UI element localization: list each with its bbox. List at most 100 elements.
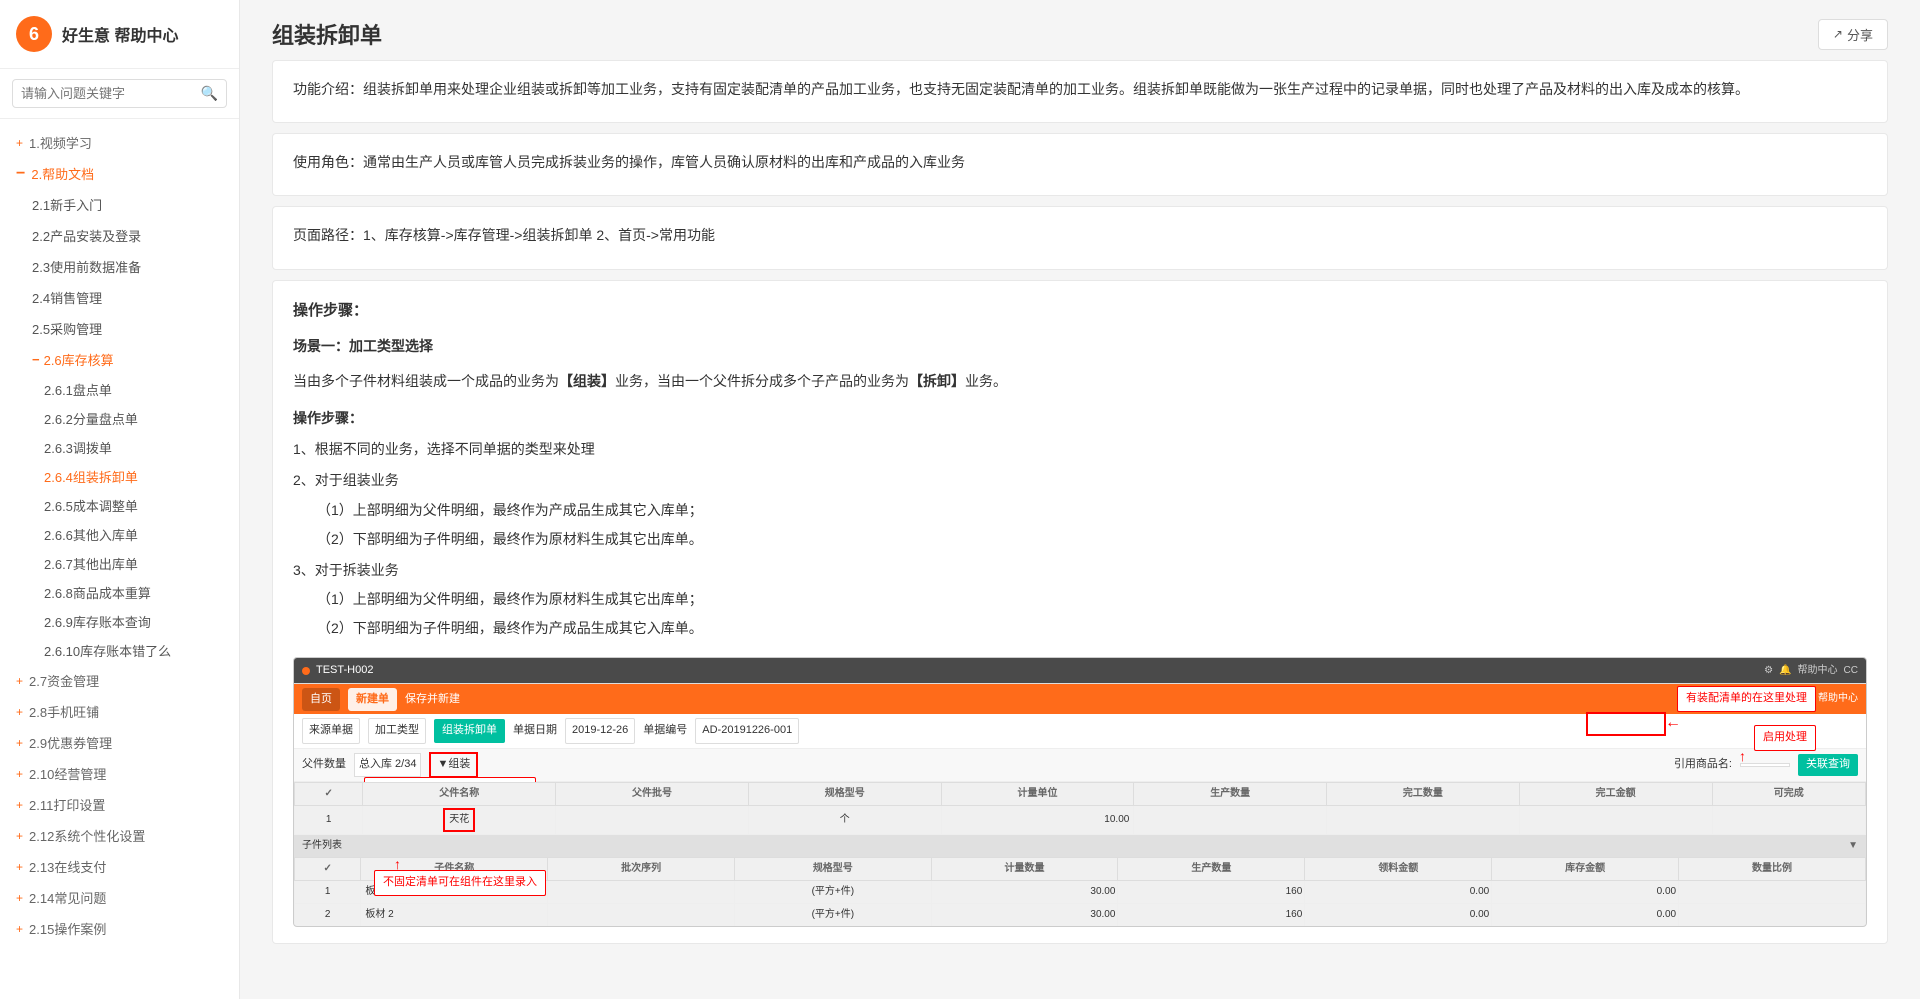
sidebar-item-label: 2.15操作案例 — [29, 919, 106, 938]
sidebar-item-stock-count[interactable]: 2.6.1盘点单 — [0, 375, 239, 404]
sidebar-item-docs[interactable]: − 2.帮助文档 — [0, 158, 239, 189]
mock-num2-label: 父件数量 — [302, 755, 346, 775]
sidebar-item-label: 1.视频学习 — [29, 133, 92, 152]
sidebar-item-mobile[interactable]: + 2.8手机旺铺 — [0, 696, 239, 727]
sidebar-item-newbie[interactable]: 2.1新手入门 — [0, 189, 239, 220]
assembly-step-1: （1）上部明细为父件明细，最终作为产成品生成其它入库单； — [317, 498, 1867, 523]
mock-search-input[interactable] — [1740, 763, 1790, 767]
sidebar-item-label: 2.7资金管理 — [29, 671, 99, 690]
sub-table-row-3: 3 — [295, 927, 1866, 928]
sidebar-item-cost-calc[interactable]: 2.6.8商品成本重算 — [0, 578, 239, 607]
plus-icon: + — [16, 798, 23, 812]
sidebar-item-label: 2.9优惠券管理 — [29, 733, 112, 752]
mock-nav-new: 新建单 — [348, 688, 397, 712]
logo-area: 6 好生意 帮助中心 — [0, 0, 239, 69]
disassembly-step-1: （1）上部明细为父件明细，最终作为原材料生成其它出库单； — [317, 587, 1867, 612]
intro-text: 功能介绍：组装拆卸单用来处理企业组装或拆卸等加工业务，支持有固定装配清单的产品加… — [293, 77, 1867, 102]
mock-search-btn[interactable]: 关联查询 — [1798, 754, 1858, 776]
sidebar-item-label: 2.帮助文档 — [31, 164, 94, 183]
sidebar-item-pay[interactable]: + 2.13在线支付 — [0, 851, 239, 882]
sidebar-item-label: 2.8手机旺铺 — [29, 702, 99, 721]
sidebar-item-sales[interactable]: 2.4销售管理 — [0, 282, 239, 313]
sub-table-row-1: 1 板材 1 (平方+件) 30.00 160 0.00 0.00 — [295, 881, 1866, 904]
mock-app-txt: App下载 帮助视频 帮助中心 — [1735, 690, 1858, 708]
sidebar-item-faq[interactable]: + 2.14常见问题 — [0, 882, 239, 913]
assembly-step-2: （2）下部明细为子件明细，最终作为原材料生成其它出库单。 — [317, 527, 1867, 552]
mock-green-btn[interactable]: 组装拆卸单 — [434, 719, 505, 743]
sidebar-item-adj[interactable]: 2.6.3调拨单 — [0, 433, 239, 462]
plus-icon: + — [16, 891, 23, 905]
plus-icon: + — [16, 674, 23, 688]
mock-save-btn[interactable]: 来源单据 — [302, 718, 360, 744]
disassembly-step-2: （2）下部明细为子件明细，最终作为产成品生成其它入库单。 — [317, 616, 1867, 641]
mock-nav-save: 保存并新建 — [405, 690, 460, 710]
role-card: 使用角色：通常由生产人员或库管人员完成拆装业务的操作，库管人员确认原材料的出库和… — [272, 133, 1888, 196]
sidebar-item-other-out[interactable]: 2.6.7其他出库单 — [0, 549, 239, 578]
mock-num-value: AD-20191226-001 — [695, 718, 799, 744]
screenshot-area: TEST-H002 ⚙ 🔔 帮助中心 CC 自页 新建单 保存并新建 App下载 — [293, 657, 1867, 927]
steps-title: 操作步骤： — [293, 406, 1867, 431]
sidebar-item-label: 2.12系统个性化设置 — [29, 826, 145, 845]
mock-sub-table: ✓ 子件名称 批次序列 规格型号 计量数量 生产数量 领料金额 库存金额 数量比… — [294, 857, 1866, 927]
plus-icon: + — [16, 860, 23, 874]
step-2: 2、对于组装业务 （1）上部明细为父件明细，最终作为产成品生成其它入库单； （2… — [293, 468, 1867, 552]
sidebar-item-cost-adj[interactable]: 2.6.5成本调整单 — [0, 491, 239, 520]
sidebar-item-print[interactable]: + 2.11打印设置 — [0, 789, 239, 820]
path-card: 页面路径：1、库存核算->库存管理->组装拆卸单 2、首页->常用功能 — [272, 206, 1888, 269]
sidebar: 6 好生意 帮助中心 🔍 + 1.视频学习 − 2.帮助文档 2.1新手入门 2… — [0, 0, 240, 999]
mock-num2-value: 总入库 2/34 — [354, 753, 421, 777]
sidebar-item-data[interactable]: 2.3使用前数据准备 — [0, 251, 239, 282]
sidebar-item-cases[interactable]: + 2.15操作案例 — [0, 913, 239, 944]
intro-card: 功能介绍：组装拆卸单用来处理企业组装或拆卸等加工业务，支持有固定装配清单的产品加… — [272, 60, 1888, 123]
sidebar-item-video[interactable]: + 1.视频学习 — [0, 127, 239, 158]
sidebar-item-other-in[interactable]: 2.6.6其他入库单 — [0, 520, 239, 549]
scene1-title: 场景一：加工类型选择 — [293, 338, 433, 354]
plus-icon: + — [16, 829, 23, 843]
sub-collapse-btn[interactable]: ▼ — [1848, 837, 1858, 855]
sub-table-header: 子件列表 — [302, 837, 342, 855]
search-input[interactable] — [21, 86, 201, 101]
main-content: 功能介绍：组装拆卸单用来处理企业组装或拆卸等加工业务，支持有固定装配清单的产品加… — [240, 60, 1920, 999]
logo-icon: 6 — [16, 16, 52, 52]
sidebar-item-label: 2.10经营管理 — [29, 764, 106, 783]
sidebar-item-sub-count[interactable]: 2.6.2分量盘点单 — [0, 404, 239, 433]
plus-icon: + — [16, 136, 23, 150]
plus-icon: + — [16, 736, 23, 750]
sidebar-item-label: 2.11打印设置 — [29, 795, 105, 814]
mock-red-input[interactable]: 天花 — [443, 808, 475, 832]
nav-item-1: ⚙ — [1764, 662, 1773, 680]
sidebar-item-install[interactable]: 2.2产品安装及登录 — [0, 220, 239, 251]
nav-item-2: 🔔 — [1779, 662, 1791, 680]
plus-icon: + — [16, 922, 23, 936]
sidebar-item-inventory[interactable]: − 2.6库存核算 — [0, 344, 239, 375]
sidebar-item-coupon[interactable]: + 2.9优惠券管理 — [0, 727, 239, 758]
mock-date-value: 2019-12-26 — [565, 718, 635, 744]
sidebar-item-error[interactable]: 2.6.10库存账本错了么 — [0, 636, 239, 665]
mock-switch-area: ▼组装 — [429, 752, 478, 778]
search-box[interactable]: 🔍 — [12, 79, 227, 108]
sidebar-nav: + 1.视频学习 − 2.帮助文档 2.1新手入门 2.2产品安装及登录 2.3… — [0, 119, 239, 952]
step-3: 3、对于拆装业务 （1）上部明细为父件明细，最终作为原材料生成其它出库单； （2… — [293, 558, 1867, 642]
scene1-desc: 当由多个子件材料组装成一个成品的业务为【组装】业务，当由一个父件拆分成多个子产品… — [293, 369, 1867, 394]
sidebar-item-stock-check[interactable]: 2.6.9库存账本查询 — [0, 607, 239, 636]
sidebar-item-gold[interactable]: + 2.7资金管理 — [0, 665, 239, 696]
mock-search-label: 引用商品名: — [1674, 755, 1732, 775]
ops-card: 操作步骤： 场景一：加工类型选择 当由多个子件材料组装成一个成品的业务为【组装】… — [272, 280, 1888, 945]
nav-item-3: 帮助中心 — [1798, 662, 1838, 680]
main-area: 组装拆卸单 ↗ 分享 功能介绍：组装拆卸单用来处理企业组装或拆卸等加工业务，支持… — [240, 0, 1920, 999]
table-row: 1 天花 个 10.00 — [295, 806, 1866, 835]
plus-icon: + — [16, 767, 23, 781]
search-icon[interactable]: 🔍 — [201, 85, 218, 102]
share-button[interactable]: ↗ 分享 — [1818, 19, 1888, 50]
sidebar-item-purchase[interactable]: 2.5采购管理 — [0, 313, 239, 344]
sidebar-item-assembly[interactable]: 2.6.4组装拆卸单 — [0, 462, 239, 491]
page-header: 组装拆卸单 ↗ 分享 — [240, 0, 1920, 60]
mock-date-label: 单据日期 — [513, 721, 557, 741]
search-area: 🔍 — [0, 69, 239, 119]
sidebar-item-system[interactable]: + 2.12系统个性化设置 — [0, 820, 239, 851]
mock-parent-table: ✓ 父件名称 父件批号 规格型号 计量单位 生产数量 完工数量 完工金额 可完成 — [294, 782, 1866, 835]
sidebar-item-label: 2.14常见问题 — [29, 888, 106, 907]
mock-type-btn[interactable]: 加工类型 — [368, 718, 426, 744]
sidebar-item-ops[interactable]: + 2.10经营管理 — [0, 758, 239, 789]
minus-icon: − — [16, 165, 25, 183]
